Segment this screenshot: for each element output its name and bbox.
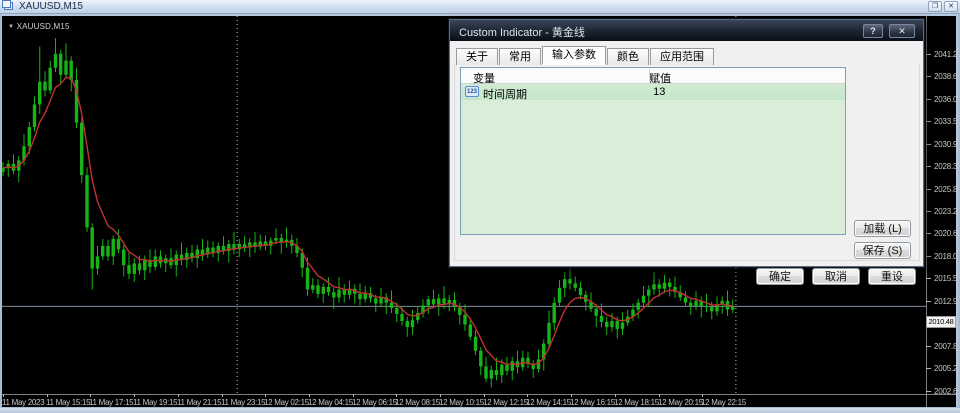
price-tick-mark [926,121,931,122]
help-icon[interactable]: ? [863,24,883,38]
price-tick-mark [926,166,931,167]
price-tick-mark [926,301,931,302]
time-tick-mark [47,394,48,397]
time-tick-mark [615,394,616,397]
time-tick-label: 12 May 22:15 [701,398,746,407]
save-button[interactable]: 保存 (S) [854,242,911,259]
price-tick-label: 2025.80 [934,185,960,194]
price-tick-mark [926,256,931,257]
time-tick-label: 11 May 15:15 [46,398,91,407]
time-tick-label: 12 May 16:15 [570,398,615,407]
time-tick-label: 12 May 14:15 [526,398,571,407]
price-tick-label: 2038.65 [934,72,960,81]
custom-indicator-dialog: Custom Indicator - 黄金线 ? ✕ 关于 常用 输入参数 颜色 应用范… [448,18,925,285]
price-tick-label: 2005.20 [934,364,960,373]
time-tick-mark [90,394,91,397]
time-axis-divider [2,394,956,395]
time-tick-label: 12 May 10:15 [439,398,484,407]
chart-symbol-label[interactable]: ▼ XAUUSD,M15 [8,22,70,31]
tab-colors[interactable]: 颜色 [607,48,649,65]
column-divider [649,68,651,84]
time-tick-mark [222,394,223,397]
close-icon[interactable]: ✕ [889,24,915,38]
parameters-table[interactable]: 变量 赋值 123 时间周期 13 [460,67,846,235]
parameter-int-icon: 123 [465,86,479,97]
tab-scope[interactable]: 应用范围 [650,48,714,65]
time-tick-mark [484,394,485,397]
price-tick-mark [926,233,931,234]
time-tick-label: 12 May 20:15 [658,398,703,407]
price-tick-mark [926,278,931,279]
ok-button[interactable]: 确定 [756,268,804,285]
price-tick-label: 2018.05 [934,252,960,261]
price-tick-label: 2007.80 [934,342,960,351]
dialog-tabs: 关于 常用 输入参数 颜色 应用范围 [456,46,715,65]
price-tick-mark [926,144,931,145]
time-tick-mark [702,394,703,397]
current-price-badge: 2010.48 [926,316,956,328]
price-tick-label: 2012.95 [934,297,960,306]
price-tick-label: 2033.50 [934,117,960,126]
price-tick-mark [926,211,931,212]
application-window: XAUUSD,M15 ❐ ✕ ▼ XAUUSD,M15 2041.20 2038.… [0,0,960,413]
tab-common[interactable]: 常用 [499,48,541,65]
time-tick-label: 12 May 06:15 [352,398,397,407]
time-tick-label: 12 May 02:15 [264,398,309,407]
time-tick-mark [265,394,266,397]
time-tick-label: 12 May 18:15 [614,398,659,407]
price-tick-label: 2041.20 [934,50,960,59]
parameter-name: 时间周期 [483,89,527,101]
restore-button[interactable]: ❐ [928,1,942,12]
time-tick-mark [353,394,354,397]
parameter-row[interactable]: 123 时间周期 13 [461,84,845,101]
window-bottom-border [0,408,960,413]
price-tick-label: 2020.65 [934,229,960,238]
cancel-button[interactable]: 取消 [812,268,860,285]
reset-button[interactable]: 重设 [868,268,916,285]
time-tick-mark [3,394,4,397]
tab-inputs[interactable]: 输入参数 [542,46,606,65]
parameter-value[interactable]: 13 [653,86,665,98]
price-tick-mark [926,346,931,347]
time-tick-label: 12 May 12:15 [483,398,528,407]
price-tick-label: 2023.20 [934,207,960,216]
price-tick-label: 2002.65 [934,387,960,396]
time-tick-mark [309,394,310,397]
time-tick-label: 11 May 21:15 [177,398,222,407]
time-tick-label: 11 May 19:15 [133,398,178,407]
dialog-titlebar[interactable]: Custom Indicator - 黄金线 ? ✕ [450,20,923,41]
time-tick-label: 11 May 2023 [2,398,45,407]
price-tick-mark [926,368,931,369]
dialog-body: 关于 常用 输入参数 颜色 应用范围 变量 赋值 123 时间周期 13 加载 (L) 保… [450,41,923,285]
price-tick-label: 2028.35 [934,162,960,171]
table-header: 变量 赋值 [461,68,845,85]
time-tick-mark [440,394,441,397]
price-tick-mark [926,99,931,100]
time-tick-mark [571,394,572,397]
time-tick-mark [178,394,179,397]
time-tick-label: 11 May 17:15 [89,398,134,407]
time-tick-mark [396,394,397,397]
price-tick-mark [926,54,931,55]
price-tick-mark [926,189,931,190]
load-button[interactable]: 加载 (L) [854,220,911,237]
time-tick-mark [134,394,135,397]
price-tick-label: 2030.90 [934,140,960,149]
tab-about[interactable]: 关于 [456,48,498,65]
window-cascade-icon [2,0,13,10]
time-tick-label: 12 May 04:15 [308,398,353,407]
price-tick-mark [926,391,931,392]
dialog-title: Custom Indicator - 黄金线 [459,27,585,39]
dropdown-arrow-icon: ▼ [8,24,15,30]
time-tick-mark [659,394,660,397]
time-tick-label: 12 May 08:15 [395,398,440,407]
price-tick-mark [926,76,931,77]
price-tick-label: 2015.50 [934,274,960,283]
window-title: XAUUSD,M15 [19,1,83,12]
window-titlebar[interactable]: XAUUSD,M15 ❐ ✕ [0,0,960,14]
close-window-button[interactable]: ✕ [944,1,958,12]
price-tick-label: 2036.05 [934,95,960,104]
time-tick-label: 11 May 23:15 [221,398,266,407]
time-tick-mark [527,394,528,397]
